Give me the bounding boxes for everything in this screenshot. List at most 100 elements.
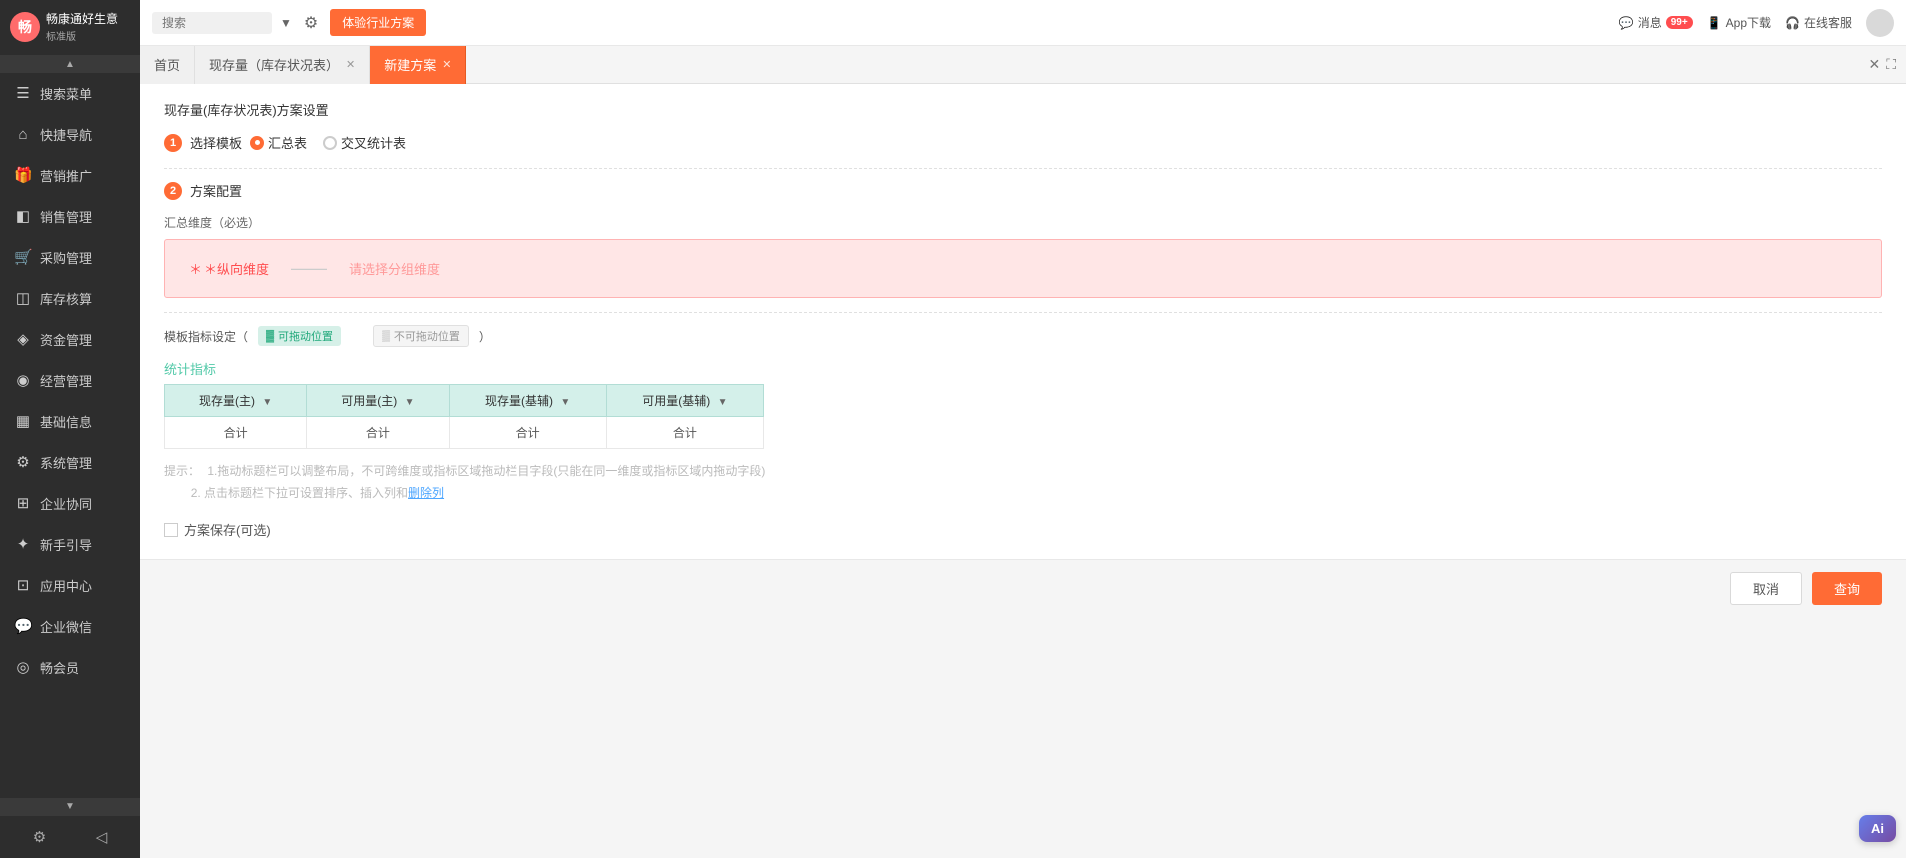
close-icon[interactable]: ✕ bbox=[1868, 56, 1880, 73]
member-icon: ◎ bbox=[14, 658, 32, 676]
sidebar-scroll-up[interactable]: ▲ bbox=[0, 56, 140, 73]
sidebar-item-label: 搜索菜单 bbox=[40, 84, 92, 103]
topbar-settings-icon[interactable]: ⚙ bbox=[304, 13, 318, 33]
draggable-icon: ▓ bbox=[266, 330, 274, 342]
draggable-label: 可拖动位置 bbox=[278, 328, 333, 344]
tab-home[interactable]: 首页 bbox=[140, 46, 195, 84]
section-config: 2 方案配置 汇总维度（必选） ＊＊纵向维度 —— 请选择分组维度 模板指标设定… bbox=[164, 181, 1882, 504]
tip-1: 1.拖动标题栏可以调整布局，不可跨维度或指标区域拖动栏目字段(只能在同一维度或指… bbox=[207, 464, 765, 478]
sidebar-scroll-down[interactable]: ▼ bbox=[0, 798, 140, 815]
radio-cross[interactable]: 交叉统计表 bbox=[323, 133, 406, 152]
sidebar-menu: ☰ 搜索菜单 ⌂ 快捷导航 🎁 营销推广 ◧ 销售管理 🛒 采购管理 ◫ 库存核… bbox=[0, 73, 140, 798]
table-header-row: 现存量(主) ▼ 可用量(主) ▼ 现存量(基辅) ▼ 可用量(基辅) ▼ bbox=[165, 385, 764, 417]
sidebar-item-label: 营销推广 bbox=[40, 166, 92, 185]
message-icon: 💬 bbox=[1619, 16, 1634, 30]
tab-new[interactable]: 新建方案 ✕ bbox=[370, 46, 466, 84]
sidebar-item-member[interactable]: ◎ 畅会员 bbox=[0, 647, 140, 688]
tab-inventory-close-icon[interactable]: ✕ bbox=[346, 58, 355, 71]
sidebar-item-label: 新手引导 bbox=[40, 535, 92, 554]
sidebar-item-quick-nav[interactable]: ⌂ 快捷导航 bbox=[0, 114, 140, 155]
sidebar-item-system[interactable]: ⚙ 系统管理 bbox=[0, 442, 140, 483]
query-button[interactable]: 查询 bbox=[1812, 572, 1882, 605]
sidebar: 畅 畅康通好生意 标准版 ▲ ☰ 搜索菜单 ⌂ 快捷导航 🎁 营销推广 ◧ 销售… bbox=[0, 0, 140, 858]
table-row: 合计 合计 合计 合计 bbox=[165, 417, 764, 449]
sidebar-item-new-guide[interactable]: ✦ 新手引导 bbox=[0, 524, 140, 565]
sidebar-bottom: ⚙ ◁ bbox=[0, 815, 140, 858]
dimension-field-label: 汇总维度（必选） bbox=[164, 214, 1882, 231]
sidebar-item-finance[interactable]: ◈ 资金管理 bbox=[0, 319, 140, 360]
radio-summary[interactable]: 汇总表 bbox=[250, 133, 307, 152]
save-row: 方案保存(可选) bbox=[164, 520, 1882, 539]
online-service-item[interactable]: 🎧 在线客服 bbox=[1785, 14, 1852, 31]
inventory-icon: ◫ bbox=[14, 289, 32, 307]
section1-header: 1 选择模板 汇总表 交叉统计表 bbox=[164, 133, 1882, 152]
cell-1-3: 合计 bbox=[449, 417, 606, 449]
tab-inventory[interactable]: 现存量（库存状况表） ✕ bbox=[195, 46, 370, 84]
chevron-down-icon: ▼ bbox=[262, 397, 272, 408]
search-input[interactable] bbox=[152, 12, 272, 34]
cell-1-2: 合计 bbox=[307, 417, 449, 449]
sidebar-item-operations[interactable]: ◉ 经营管理 bbox=[0, 360, 140, 401]
trial-button[interactable]: 体验行业方案 bbox=[330, 9, 426, 36]
topbar: ▼ ⚙ 体验行业方案 💬 消息 99+ 📱 App下载 🎧 在线客服 bbox=[140, 0, 1906, 46]
cancel-button[interactable]: 取消 bbox=[1730, 572, 1802, 605]
headset-icon: 🎧 bbox=[1785, 16, 1800, 30]
col-header-4[interactable]: 可用量(基辅) ▼ bbox=[606, 385, 763, 417]
dropdown-button[interactable]: ▼ bbox=[280, 16, 292, 30]
radio-summary-label: 汇总表 bbox=[268, 133, 307, 152]
chevron-down-icon: ▼ bbox=[718, 397, 728, 408]
sidebar-item-label: 快捷导航 bbox=[40, 125, 92, 144]
user-avatar[interactable] bbox=[1866, 9, 1894, 37]
app-download-item[interactable]: 📱 App下载 bbox=[1707, 14, 1771, 31]
tab-expand-area[interactable]: ✕ ⛶ bbox=[1858, 56, 1906, 73]
divider-2 bbox=[164, 312, 1882, 313]
draggable-badge: ▓ 可拖动位置 bbox=[258, 326, 341, 346]
section1-number: 1 bbox=[164, 134, 182, 152]
search-menu-icon: ☰ bbox=[14, 84, 32, 102]
dimension-box: ＊＊纵向维度 —— 请选择分组维度 bbox=[164, 239, 1882, 298]
finance-icon: ◈ bbox=[14, 330, 32, 348]
sidebar-item-wechat[interactable]: 💬 企业微信 bbox=[0, 606, 140, 647]
tab-new-close-icon[interactable]: ✕ bbox=[442, 58, 451, 71]
message-item[interactable]: 💬 消息 99+ bbox=[1619, 14, 1693, 31]
radio-summary-circle bbox=[250, 136, 264, 150]
vertical-dim-label: ＊＊纵向维度 bbox=[189, 259, 269, 278]
home-icon: ⌂ bbox=[14, 126, 32, 143]
sidebar-item-basic-info[interactable]: ▦ 基础信息 bbox=[0, 401, 140, 442]
non-draggable-icon: ▒ bbox=[382, 330, 390, 342]
purchase-icon: 🛒 bbox=[14, 248, 32, 266]
app-center-icon: ⊡ bbox=[14, 576, 32, 594]
stats-label: 统计指标 bbox=[164, 359, 1882, 378]
sidebar-item-search-menu[interactable]: ☰ 搜索菜单 bbox=[0, 73, 140, 114]
save-checkbox[interactable] bbox=[164, 523, 178, 537]
indicator-close-paren: ） bbox=[479, 328, 491, 345]
section2-header: 2 方案配置 bbox=[164, 181, 1882, 200]
sidebar-item-label: 应用中心 bbox=[40, 576, 92, 595]
sidebar-item-inventory[interactable]: ◫ 库存核算 bbox=[0, 278, 140, 319]
settings-button[interactable]: ⚙ bbox=[29, 824, 50, 850]
message-badge: 99+ bbox=[1666, 16, 1693, 29]
tab-inventory-label: 现存量（库存状况表） bbox=[209, 55, 339, 74]
sidebar-item-cooperation[interactable]: ⊞ 企业协同 bbox=[0, 483, 140, 524]
section-template: 1 选择模板 汇总表 交叉统计表 bbox=[164, 133, 1882, 152]
dimension-placeholder[interactable]: 请选择分组维度 bbox=[349, 259, 440, 278]
col-header-3[interactable]: 现存量(基辅) ▼ bbox=[449, 385, 606, 417]
expand-icon[interactable]: ⛶ bbox=[1886, 56, 1896, 73]
new-guide-icon: ✦ bbox=[14, 535, 32, 553]
col-header-2[interactable]: 可用量(主) ▼ bbox=[307, 385, 449, 417]
sidebar-item-sales[interactable]: ◧ 销售管理 bbox=[0, 196, 140, 237]
app-logo-icon: 畅 bbox=[10, 12, 40, 42]
sidebar-item-app-center[interactable]: ⊡ 应用中心 bbox=[0, 565, 140, 606]
operations-icon: ◉ bbox=[14, 371, 32, 389]
audio-button[interactable]: ◁ bbox=[92, 824, 112, 850]
radio-cross-label: 交叉统计表 bbox=[341, 133, 406, 152]
wechat-icon: 💬 bbox=[14, 617, 32, 635]
tips-title: 提示： bbox=[164, 464, 200, 478]
sidebar-item-purchase[interactable]: 🛒 采购管理 bbox=[0, 237, 140, 278]
ai-badge[interactable]: Ai bbox=[1859, 815, 1896, 842]
indicator-sep bbox=[351, 328, 363, 345]
sidebar-item-label: 畅会员 bbox=[40, 658, 79, 677]
online-service-label: 在线客服 bbox=[1804, 14, 1852, 31]
sidebar-item-marketing[interactable]: 🎁 营销推广 bbox=[0, 155, 140, 196]
col-header-1[interactable]: 现存量(主) ▼ bbox=[165, 385, 307, 417]
